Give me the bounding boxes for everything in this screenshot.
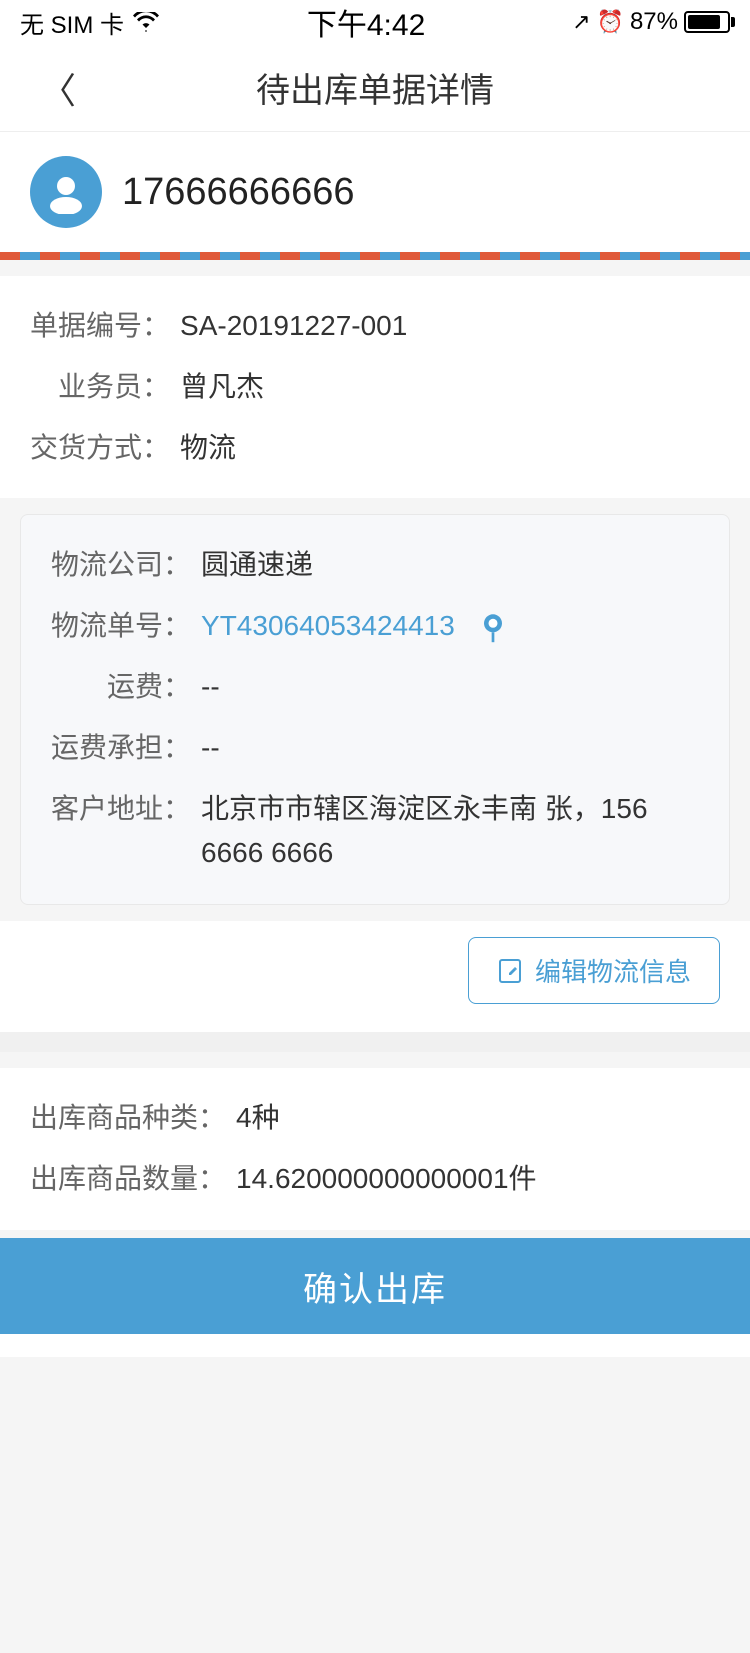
address-label: 客户地址： <box>51 787 191 832</box>
doc-number-row: 单据编号： SA-20191227-001 <box>30 304 720 349</box>
dashed-divider <box>0 252 750 260</box>
freight-payer-label: 运费承担： <box>51 726 191 771</box>
freight-row: 运费： -- <box>51 665 699 710</box>
address-value: 北京市市辖区海淀区永丰南 张，156 6666 6666 <box>201 787 699 877</box>
edit-logistics-label: 编辑物流信息 <box>535 952 691 989</box>
goods-type-row: 出库商品种类： 4种 <box>30 1096 720 1141</box>
goods-quantity-value: 14.620000000000001件 <box>236 1157 720 1202</box>
logistics-company-label: 物流公司： <box>51 543 191 588</box>
address-row: 客户地址： 北京市市辖区海淀区永丰南 张，156 6666 6666 <box>51 787 699 877</box>
delivery-row: 交货方式： 物流 <box>30 426 720 471</box>
logistics-company-row: 物流公司： 圆通速递 <box>51 543 699 588</box>
avatar <box>30 156 102 228</box>
section-divider <box>0 1032 750 1052</box>
back-button[interactable]: 〈 <box>30 52 86 124</box>
delivery-value: 物流 <box>180 426 720 471</box>
avatar-icon <box>44 170 88 214</box>
alarm-icon: ⏰ <box>597 9 624 35</box>
customer-header: 17666666666 <box>0 132 750 252</box>
tracking-location-icon[interactable] <box>475 608 515 648</box>
edit-logistics-button[interactable]: 编辑物流信息 <box>468 937 720 1004</box>
edit-logistics-row: 编辑物流信息 <box>0 921 750 1032</box>
battery-percent: 87% <box>630 8 678 36</box>
logistics-company-value: 圆通速递 <box>201 543 699 588</box>
doc-number-value: SA-20191227-001 <box>180 304 720 349</box>
status-right: ↗ ⏰ 87% <box>572 8 730 36</box>
tracking-row: 物流单号： YT43064053424413 <box>51 604 699 649</box>
tracking-value: YT43064053424413 <box>201 604 699 649</box>
carrier-text: 无 SIM 卡 <box>20 5 124 40</box>
document-info-section: 单据编号： SA-20191227-001 业务员： 曾凡杰 交货方式： 物流 <box>0 276 750 498</box>
status-left: 无 SIM 卡 <box>20 5 160 40</box>
goods-type-value: 4种 <box>236 1096 720 1141</box>
doc-number-label: 单据编号： <box>30 304 170 349</box>
wifi-icon <box>132 12 160 32</box>
logistics-section: 物流公司： 圆通速递 物流单号： YT43064053424413 运费： -- <box>20 514 730 905</box>
spacer <box>0 1357 750 1557</box>
location-status-icon: ↗ <box>572 9 590 35</box>
goods-type-label: 出库商品种类： <box>30 1096 226 1141</box>
freight-value: -- <box>201 665 699 710</box>
nav-bar: 〈 待出库单据详情 <box>0 44 750 132</box>
confirm-label: 确认出库 <box>303 1262 447 1311</box>
goods-quantity-label: 出库商品数量： <box>30 1157 226 1202</box>
time-display: 下午4:42 <box>307 0 425 44</box>
edit-icon <box>497 957 525 985</box>
battery-icon <box>684 11 730 33</box>
customer-phone: 17666666666 <box>122 171 354 214</box>
goods-info-section: 出库商品种类： 4种 出库商品数量： 14.620000000000001件 <box>0 1068 750 1230</box>
freight-label: 运费： <box>51 665 191 710</box>
confirm-outbound-button[interactable]: 确认出库 <box>0 1238 750 1334</box>
salesperson-value: 曾凡杰 <box>180 365 720 410</box>
tracking-label: 物流单号： <box>51 604 191 649</box>
goods-quantity-row: 出库商品数量： 14.620000000000001件 <box>30 1157 720 1202</box>
delivery-label: 交货方式： <box>30 426 170 471</box>
status-bar: 无 SIM 卡 下午4:42 ↗ ⏰ 87% <box>0 0 750 44</box>
freight-payer-row: 运费承担： -- <box>51 726 699 771</box>
salesperson-label: 业务员： <box>30 365 170 410</box>
page-title: 待出库单据详情 <box>256 63 494 112</box>
freight-payer-value: -- <box>201 726 699 771</box>
salesperson-row: 业务员： 曾凡杰 <box>30 365 720 410</box>
